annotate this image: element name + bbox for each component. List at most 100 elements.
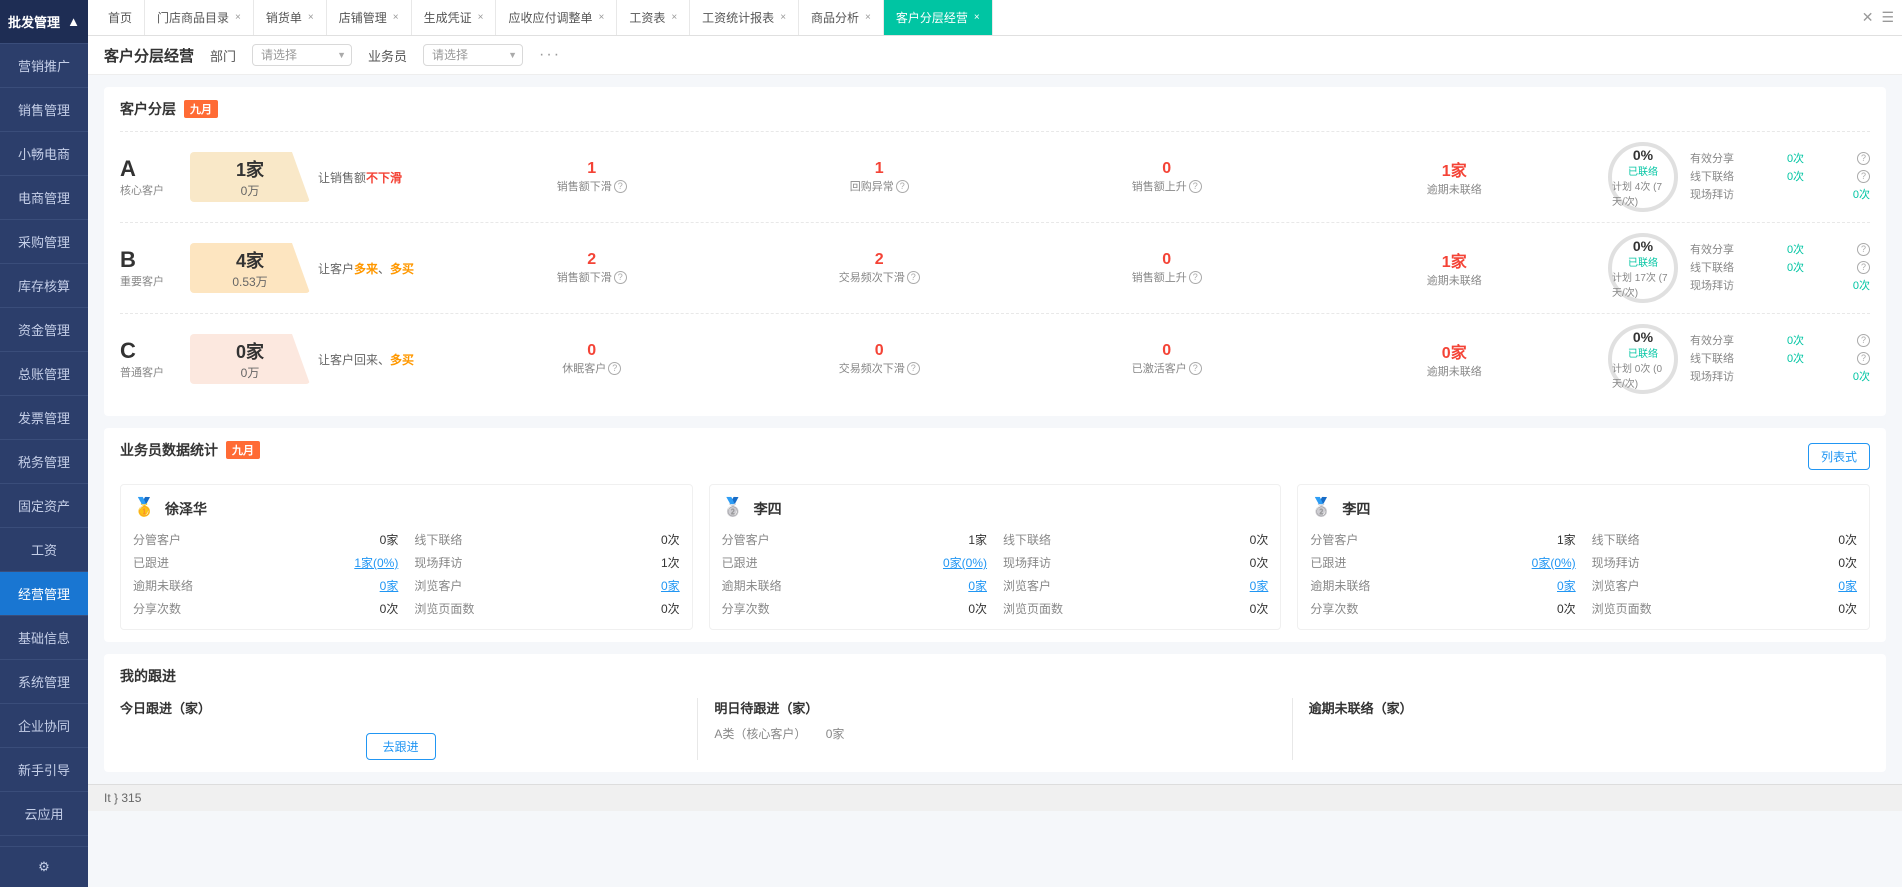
tier-c-letter: C (120, 338, 190, 364)
tab-sales-order[interactable]: 销货单 × (254, 0, 327, 36)
tier-b-stat-2[interactable]: 2 交易频次下滑 ? (738, 247, 1022, 289)
tab-close-voucher[interactable]: × (478, 12, 484, 23)
tab-store-products[interactable]: 门店商品目录 × (145, 0, 254, 36)
tier-c-stat-1[interactable]: 0 休眠客户 ? (450, 338, 734, 380)
goto-followup-button[interactable]: 去跟进 (366, 733, 436, 760)
tier-a-label: A 核心客户 (120, 156, 190, 198)
info-icon-b2: ? (907, 271, 920, 284)
tier-c-overdue-num: 0家 (1317, 339, 1593, 363)
tier-c-count-box[interactable]: 0家 0万 (190, 334, 310, 384)
tab-menu-icon[interactable]: ☰ (1881, 9, 1894, 26)
sidebar-item-finance[interactable]: 资金管理 (0, 308, 88, 352)
tier-c-name: 普通客户 (120, 364, 190, 380)
tab-payroll-report[interactable]: 工资统计报表 × (690, 0, 799, 36)
tier-a-stat2-label: 回购异常 ? (742, 178, 1018, 194)
biz-section: 业务员数据统计 九月 列表式 🥇 徐泽华 分管客户 0家 (104, 428, 1886, 642)
tab-close-ar-ap[interactable]: × (598, 12, 604, 23)
followup-overdue-col: 逾期未联络（家） (1309, 698, 1870, 760)
tier-c-stat-3[interactable]: 0 已激活客户 ? (1025, 338, 1309, 380)
sidebar-item-ecommerce[interactable]: 电商管理 (0, 176, 88, 220)
staff-select[interactable]: 请选择 (423, 44, 523, 66)
staff-1-stat-1: 线下联络 0次 (414, 531, 679, 548)
tier-a-contact-plan: 计划 4次 (7天/次) (1612, 178, 1674, 208)
tab-bar: 首页 门店商品目录 × 销货单 × 店铺管理 × 生成凭证 × 应收应付调整单 … (88, 0, 1902, 36)
tab-close-all-icon[interactable]: ✕ (1862, 9, 1874, 26)
filter-more-icon[interactable]: ··· (539, 46, 561, 64)
tier-a-count-box[interactable]: 1家 0万 (190, 152, 310, 202)
staff-2-stat-7: 浏览页面数 0次 (1003, 600, 1268, 617)
tier-b-count-box[interactable]: 4家 0.53万 (190, 243, 310, 293)
staff-1-stat-6: 分享次数 0次 (133, 600, 398, 617)
tier-a-stat-2[interactable]: 1 回购异常 ? (738, 156, 1022, 198)
sidebar-item-management[interactable]: 经营管理 (0, 572, 88, 616)
followup-divider-2 (1292, 698, 1293, 760)
tab-product-analysis[interactable]: 商品分析 × (799, 0, 884, 36)
followup-tomorrow-col: 明日待跟进（家） A类（核心客户） 0家 (714, 698, 1275, 760)
info-icon-b3: ? (1189, 271, 1202, 284)
dept-select[interactable]: 请选择 (252, 44, 352, 66)
tier-a-amount: 0万 (236, 182, 264, 199)
followup-tomorrow-placeholder: A类（核心客户） 0家 (714, 725, 1275, 742)
tier-c-right-1: 有效分享 0次 ? (1690, 332, 1870, 348)
sidebar-item-assets[interactable]: 固定资产 (0, 484, 88, 528)
staff-1-stat-0: 分管客户 0家 (133, 531, 398, 548)
info-icon-b1: ? (614, 271, 627, 284)
tier-a-stat-1[interactable]: 1 销售额下滑 ? (450, 156, 734, 198)
sidebar-item-cloud[interactable]: 云应用 (0, 792, 88, 836)
staff-1-stat-7: 浏览页面数 0次 (414, 600, 679, 617)
sidebar-toggle-icon[interactable]: ▲ (67, 14, 80, 29)
sidebar-header[interactable]: 批发管理 ▲ (0, 0, 88, 44)
sidebar-item-ledger[interactable]: 总账管理 (0, 352, 88, 396)
tab-close-payroll-report[interactable]: × (780, 12, 786, 23)
sidebar-item-marketing[interactable]: 营销推广 (0, 44, 88, 88)
sidebar-item-ecommerce-small[interactable]: 小畅电商 (0, 132, 88, 176)
dept-select-wrapper[interactable]: 请选择 (252, 44, 352, 66)
tier-b-label: B 重要客户 (120, 247, 190, 289)
staff-2-medal: 🥈 (722, 497, 746, 521)
staff-2-stat-3: 现场拜访 0次 (1003, 554, 1268, 571)
sidebar-item-purchase[interactable]: 采购管理 (0, 220, 88, 264)
list-view-button[interactable]: 列表式 (1808, 443, 1870, 470)
info-icon-2: ? (896, 180, 909, 193)
sidebar-item-base[interactable]: 基础信息 (0, 616, 88, 660)
tier-a-contact-label: 已联络 (1628, 163, 1658, 178)
tab-customer-tier[interactable]: 客户分层经营 × (884, 0, 993, 36)
sidebar-item-inventory[interactable]: 库存核算 (0, 264, 88, 308)
staff-2-name-row: 🥈 李四 (722, 497, 1269, 521)
biz-section-header: 业务员数据统计 九月 列表式 (120, 440, 1870, 472)
tier-b-stat-3[interactable]: 0 销售额上升 ? (1025, 247, 1309, 289)
sidebar-item-system[interactable]: 系统管理 (0, 660, 88, 704)
tier-c-overdue[interactable]: 0家 逾期未联络 (1313, 335, 1597, 383)
tab-close-store-products[interactable]: × (235, 12, 241, 23)
tab-shop-management[interactable]: 店铺管理 × (327, 0, 412, 36)
tab-close-customer-tier[interactable]: × (974, 12, 980, 23)
sidebar-item-tax[interactable]: 税务管理 (0, 440, 88, 484)
staff-3-stat-6: 分享次数 0次 (1310, 600, 1575, 617)
tier-b-stat-1[interactable]: 2 销售额下滑 ? (450, 247, 734, 289)
sidebar-item-invoice[interactable]: 发票管理 (0, 396, 88, 440)
tier-b-right-2: 线下联络 0次 ? (1690, 259, 1870, 275)
tab-ar-ap[interactable]: 应收应付调整单 × (496, 0, 617, 36)
tier-a-stat-3[interactable]: 0 销售额上升 ? (1025, 156, 1309, 198)
info-icon-br2: ? (1857, 261, 1870, 274)
sidebar-settings[interactable]: ⚙ (0, 846, 88, 887)
info-icon-cr2: ? (1857, 352, 1870, 365)
tier-c-right-3: 现场拜访 0次 (1690, 368, 1870, 384)
tier-b-overdue[interactable]: 1家 逾期未联络 (1313, 244, 1597, 292)
tab-close-shop[interactable]: × (393, 12, 399, 23)
tab-home[interactable]: 首页 (96, 0, 145, 36)
sidebar-item-collab[interactable]: 企业协同 (0, 704, 88, 748)
sidebar-item-guide[interactable]: 新手引导 (0, 748, 88, 792)
tab-close-product-analysis[interactable]: × (865, 12, 871, 23)
staff-3-name-row: 🥈 李四 (1310, 497, 1857, 521)
sidebar-item-payroll[interactable]: 工资 (0, 528, 88, 572)
staff-select-wrapper[interactable]: 请选择 (423, 44, 523, 66)
tab-generate-voucher[interactable]: 生成凭证 × (412, 0, 497, 36)
tab-payroll[interactable]: 工资表 × (617, 0, 690, 36)
tier-a-overdue[interactable]: 1家 逾期未联络 (1313, 153, 1597, 201)
sidebar-item-sales[interactable]: 销售管理 (0, 88, 88, 132)
tab-close-sales-order[interactable]: × (308, 12, 314, 23)
tab-close-payroll[interactable]: × (671, 12, 677, 23)
tier-c-stats: 0 休眠客户 ? 0 交易频次下滑 ? 0 (450, 324, 1870, 394)
tier-c-stat-2[interactable]: 0 交易频次下滑 ? (738, 338, 1022, 380)
